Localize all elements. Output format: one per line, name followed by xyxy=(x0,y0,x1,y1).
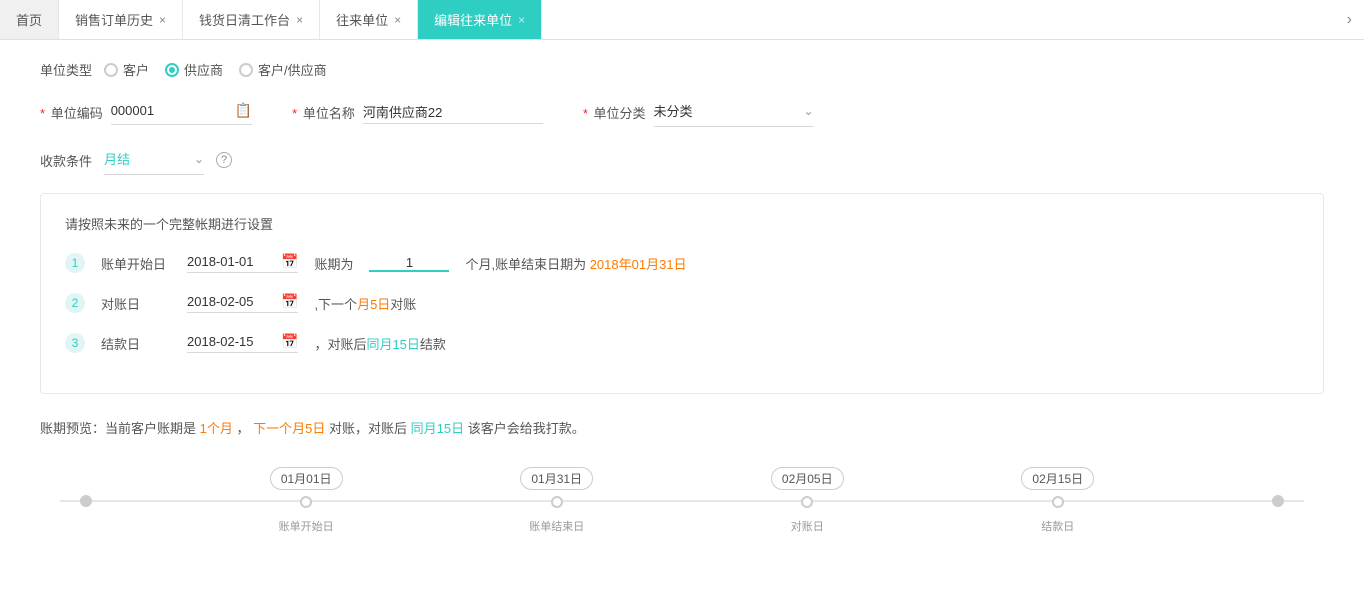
section-title: 请按照未来的一个完整帐期进行设置 xyxy=(65,214,1299,233)
required-star-3: * xyxy=(583,106,588,121)
preview-text: 账期预览：当前客户账期是 1个月 ， 下一个月5日 对账，对账后 同月15日 该… xyxy=(40,410,1324,437)
timeline-endpoint-right xyxy=(1272,495,1284,507)
timeline-label-settle: 结款日 xyxy=(1041,518,1074,534)
timeline-date-reconcile: 02月05日 xyxy=(771,467,844,490)
settlement-row: 3 结款日 2018-02-15 📅 ，对账后同月15日结款 xyxy=(65,333,1299,353)
unit-code-label: * 单位编码 xyxy=(40,103,103,122)
payment-terms-label: 收款条件 xyxy=(40,151,92,170)
unit-name-group: * 单位名称 xyxy=(292,100,543,124)
preview-part3: 同月15日 xyxy=(411,421,464,436)
unit-code-input-wrapper: 📋 xyxy=(111,99,252,125)
timeline-label-reconcile: 对账日 xyxy=(791,518,824,534)
timeline-circle-settle xyxy=(1052,496,1064,508)
unit-type-label: 单位类型 xyxy=(40,60,92,79)
field-label-start: 账单开始日 xyxy=(101,254,171,273)
timeline-node-reconcile: 02月05日 对账日 xyxy=(771,467,844,534)
unit-category-label: * 单位分类 xyxy=(583,103,646,122)
timeline-endpoint-left xyxy=(80,495,92,507)
unit-category-group: * 单位分类 未分类 ⌄ xyxy=(583,97,814,127)
tab-bar: 首页 销售订单历史 × 钱货日清工作台 × 往来单位 × 编辑往来单位 × › xyxy=(0,0,1364,40)
calendar-icon-1[interactable]: 📅 xyxy=(281,253,298,270)
unit-type-radio-group: 客户 供应商 客户/供应商 xyxy=(104,60,327,79)
required-star-2: * xyxy=(292,106,297,121)
unit-category-value: 未分类 xyxy=(654,97,800,124)
timeline-label-start: 账单开始日 xyxy=(279,518,334,534)
required-star: * xyxy=(40,106,45,121)
tab-counterparty[interactable]: 往来单位 × xyxy=(320,0,418,39)
unit-details-row: * 单位编码 📋 * 单位名称 * 单位分类 未分类 ⌄ xyxy=(40,97,1324,127)
help-icon[interactable]: ? xyxy=(216,152,232,168)
reconcile-date-input-wrap: 2018-02-05 📅 xyxy=(187,293,298,313)
timeline-circle-start xyxy=(300,496,312,508)
tab-sales-order-history[interactable]: 销售订单历史 × xyxy=(59,0,183,39)
payment-terms-select[interactable]: 月结 ⌄ xyxy=(104,145,204,175)
timeline-date-settle: 02月15日 xyxy=(1021,467,1094,490)
start-date-value: 2018-01-01 xyxy=(187,254,277,269)
unit-type-row: 单位类型 客户 供应商 客户/供应商 xyxy=(40,60,1324,79)
payment-terms-row: 收款条件 月结 ⌄ ? xyxy=(40,145,1324,175)
row-num-1: 1 xyxy=(65,253,85,273)
field-label-reconcile: 对账日 xyxy=(101,294,171,313)
period-end-date: 2018年01月31日 xyxy=(590,257,687,272)
start-date-input-wrap: 2018-01-01 📅 xyxy=(187,253,298,273)
timeline-node-end: 01月31日 账单结束日 xyxy=(520,467,593,534)
tab-home[interactable]: 首页 xyxy=(0,0,59,39)
radio-circle-customer xyxy=(104,63,118,77)
timeline-date-start: 01月01日 xyxy=(270,467,343,490)
period-input[interactable] xyxy=(369,255,449,272)
unit-category-select[interactable]: 未分类 ⌄ xyxy=(654,97,814,127)
reconcile-date-value: 2018-02-05 xyxy=(187,294,277,309)
close-icon[interactable]: × xyxy=(518,13,525,27)
tab-edit-counterparty[interactable]: 编辑往来单位 × xyxy=(418,0,542,39)
timeline-circle-end xyxy=(551,496,563,508)
radio-circle-both xyxy=(239,63,253,77)
chevron-down-icon: ⌄ xyxy=(803,104,813,118)
timeline-nodes: 01月01日 账单开始日 01月31日 账单结束日 02月05日 对账日 02月… xyxy=(80,467,1284,534)
chevron-down-icon-2: ⌄ xyxy=(194,152,204,166)
main-content: 单位类型 客户 供应商 客户/供应商 * 单位编码 📋 xyxy=(0,40,1364,608)
unit-name-label: * 单位名称 xyxy=(292,103,355,122)
settle-date-value: 2018-02-15 xyxy=(187,334,277,349)
row-num-3: 3 xyxy=(65,333,85,353)
payment-terms-value: 月结 xyxy=(104,145,190,172)
period-label: 账期为 xyxy=(314,254,353,273)
radio-supplier[interactable]: 供应商 xyxy=(165,60,223,79)
close-icon[interactable]: × xyxy=(394,13,401,27)
radio-both[interactable]: 客户/供应商 xyxy=(239,60,327,79)
account-start-row: 1 账单开始日 2018-01-01 📅 账期为 个月,账单结束日期为 2018… xyxy=(65,253,1299,273)
reconcile-desc: ,下一个月5日对账 xyxy=(314,294,416,313)
reconciliation-row: 2 对账日 2018-02-05 📅 ,下一个月5日对账 xyxy=(65,293,1299,313)
radio-circle-supplier xyxy=(165,63,179,77)
settle-desc: ，对账后同月15日结款 xyxy=(314,334,446,353)
period-settings-box: 请按照未来的一个完整帐期进行设置 1 账单开始日 2018-01-01 📅 账期… xyxy=(40,193,1324,394)
timeline-date-end: 01月31日 xyxy=(520,467,593,490)
preview-part2: 下一个月5日 xyxy=(253,421,325,436)
expand-tabs-button[interactable]: › xyxy=(1335,0,1364,39)
timeline-circle-reconcile xyxy=(801,496,813,508)
close-icon[interactable]: × xyxy=(159,13,166,27)
close-icon[interactable]: × xyxy=(296,13,303,27)
row-num-2: 2 xyxy=(65,293,85,313)
tab-cash-ledger[interactable]: 钱货日清工作台 × xyxy=(183,0,320,39)
unit-code-group: * 单位编码 📋 xyxy=(40,99,252,125)
radio-customer[interactable]: 客户 xyxy=(104,60,149,79)
unit-code-input[interactable] xyxy=(111,99,231,122)
timeline-node-start: 01月01日 账单开始日 xyxy=(270,467,343,534)
settle-date-input-wrap: 2018-02-15 📅 xyxy=(187,333,298,353)
timeline-label-end: 账单结束日 xyxy=(529,518,584,534)
copy-icon[interactable]: 📋 xyxy=(235,102,252,119)
period-unit: 个月,账单结束日期为 2018年01月31日 xyxy=(465,254,686,273)
calendar-icon-2[interactable]: 📅 xyxy=(281,293,298,310)
preview-part1: 1个月 xyxy=(200,421,233,436)
field-label-settle: 结款日 xyxy=(101,334,171,353)
calendar-icon-3[interactable]: 📅 xyxy=(281,333,298,350)
unit-name-input[interactable] xyxy=(363,100,543,124)
timeline-node-settle: 02月15日 结款日 xyxy=(1021,467,1094,534)
timeline: 01月01日 账单开始日 01月31日 账单结束日 02月05日 对账日 02月… xyxy=(40,457,1324,544)
